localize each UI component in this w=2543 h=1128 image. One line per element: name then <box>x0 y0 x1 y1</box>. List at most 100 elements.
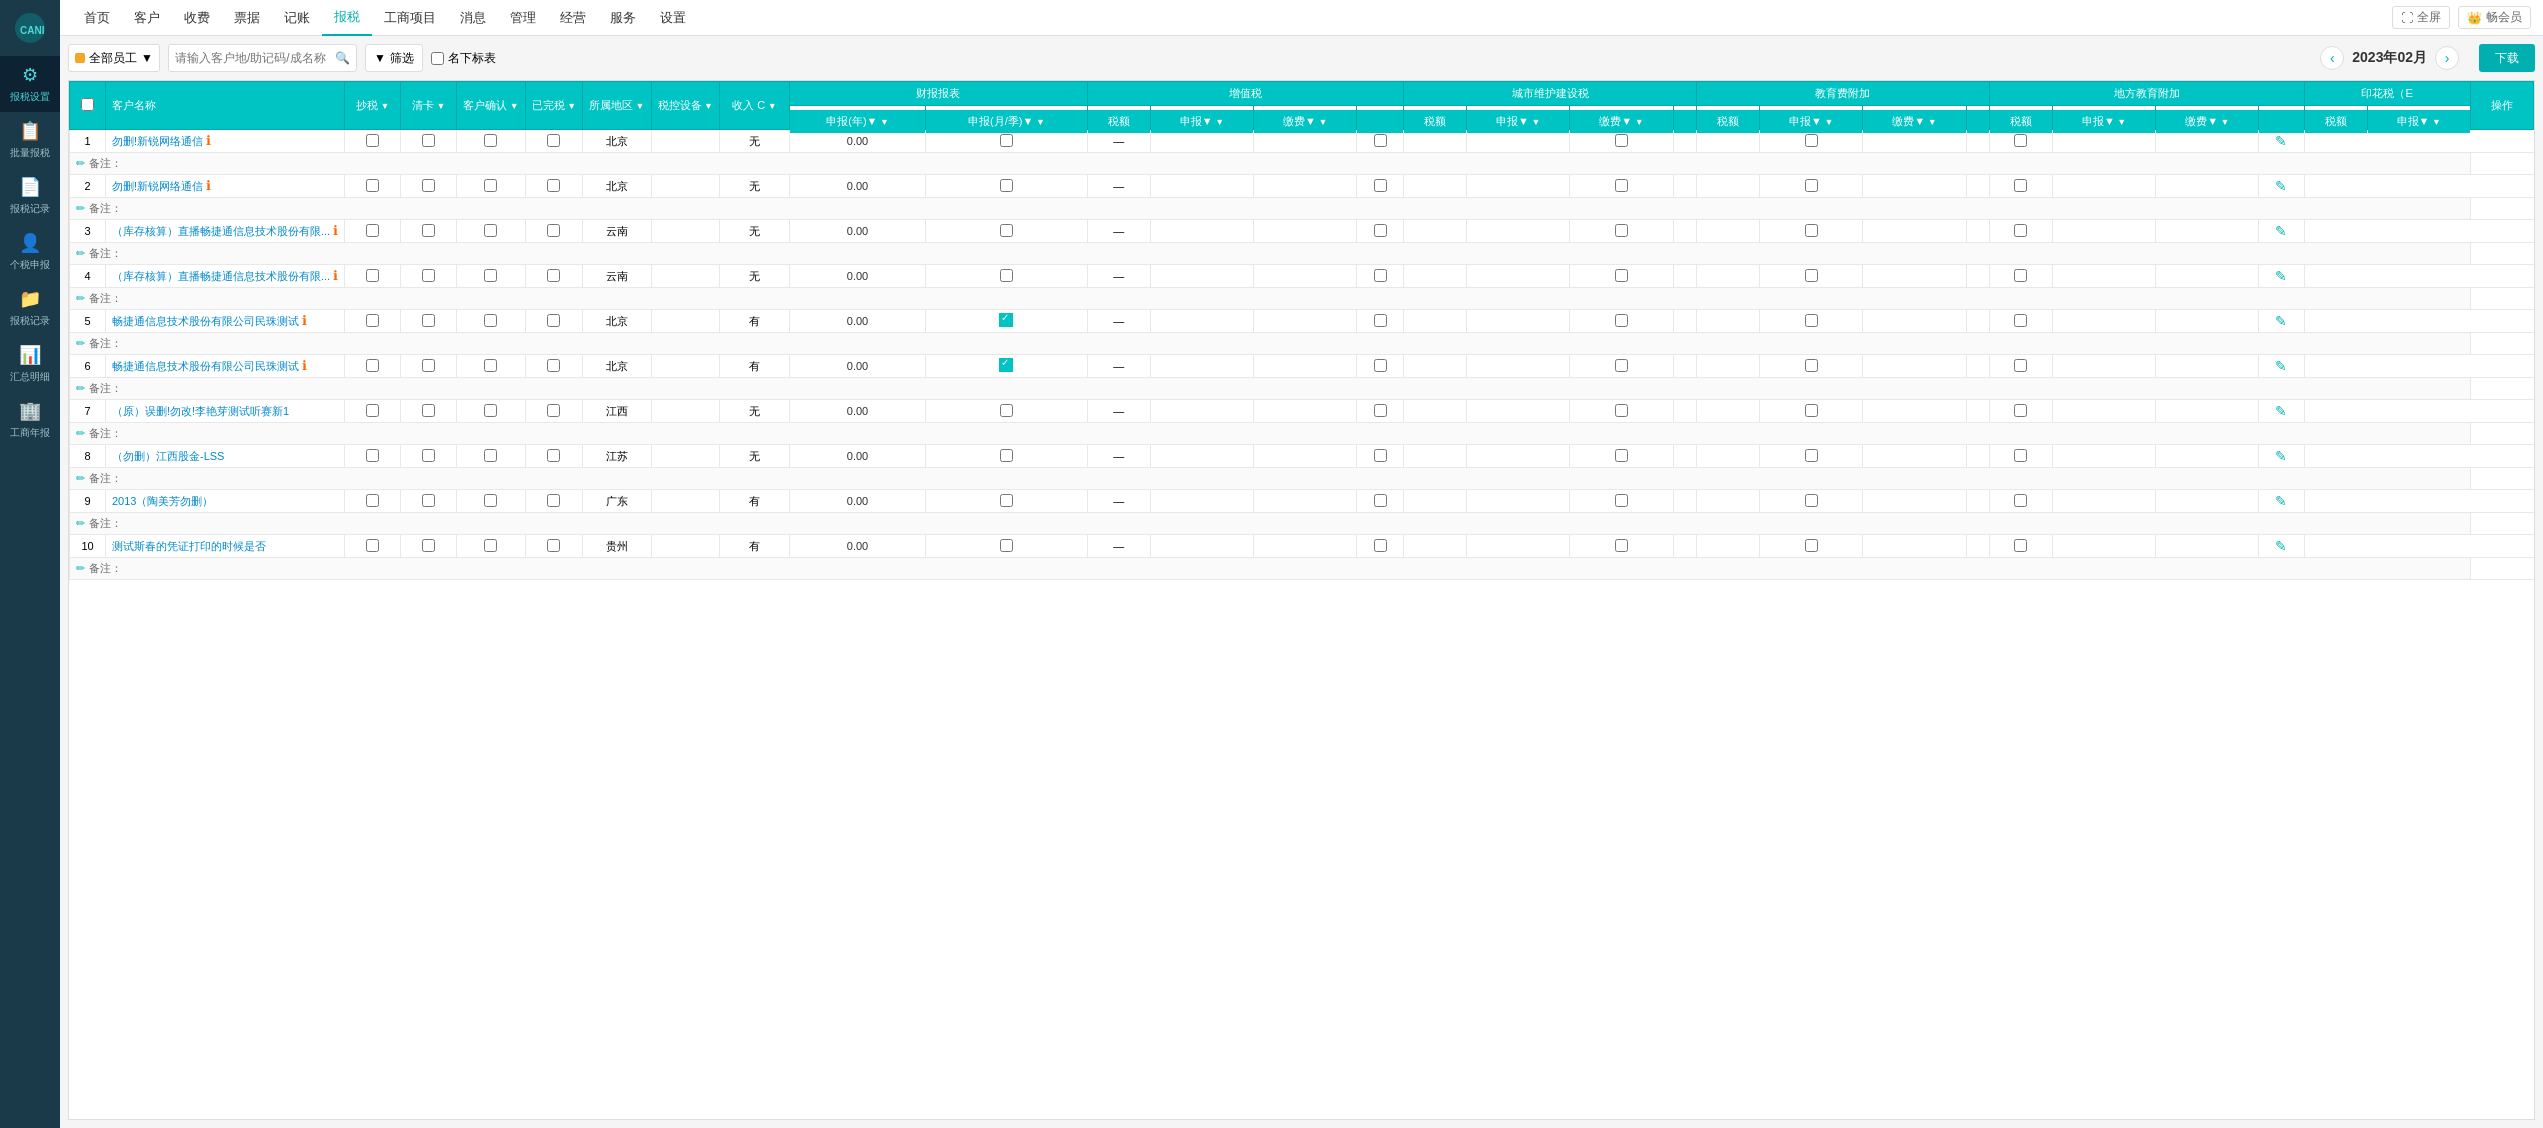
row-client-name[interactable]: 2013（陶美芳勿删） <box>106 490 345 513</box>
filter-button[interactable]: ▼ 筛选 <box>365 44 423 72</box>
row-caibao-year[interactable] <box>926 355 1088 378</box>
row-queren[interactable] <box>457 535 525 558</box>
row-queren[interactable] <box>457 130 525 153</box>
row-caibao-year[interactable] <box>926 535 1088 558</box>
wanshui-checkbox[interactable] <box>547 269 560 282</box>
wanshui-checkbox[interactable] <box>547 134 560 147</box>
qingka-checkbox[interactable] <box>422 359 435 372</box>
row-edit[interactable]: ✎ <box>2259 355 2304 378</box>
queren-checkbox[interactable] <box>484 449 497 462</box>
row-chaoshui[interactable] <box>345 310 401 333</box>
nav-settings[interactable]: 设置 <box>648 0 698 36</box>
prev-month-btn[interactable]: ‹ <box>2320 46 2344 70</box>
row-edit[interactable]: ✎ <box>2259 535 2304 558</box>
row-client-name[interactable]: 测试斯春的凭证打印的时候是否 <box>106 535 345 558</box>
row-client-name[interactable]: 勿删!新锐网络通信 ℹ <box>106 130 345 153</box>
chaoshui-checkbox[interactable] <box>366 449 379 462</box>
row-chaoshui[interactable] <box>345 265 401 288</box>
download-button[interactable]: 下载 <box>2479 44 2535 72</box>
th-zzs-shenbao[interactable]: 申报▼ <box>1150 109 1253 133</box>
mingxia-checkbox-label[interactable]: 名下标表 <box>431 50 496 67</box>
chaoshui-checkbox[interactable] <box>366 134 379 147</box>
tax-col-checkbox[interactable] <box>1374 269 1387 282</box>
nav-operation[interactable]: 经营 <box>548 0 598 36</box>
qingka-checkbox[interactable] <box>422 224 435 237</box>
tax-col-checkbox[interactable] <box>1615 224 1628 237</box>
th-taxctrl[interactable]: 税控设备 <box>651 82 719 130</box>
row-chaoshui[interactable] <box>345 355 401 378</box>
th-qingka[interactable]: 清卡 <box>401 82 457 130</box>
row-edit[interactable]: ✎ <box>2259 400 2304 423</box>
queren-checkbox[interactable] <box>484 134 497 147</box>
nav-customer[interactable]: 客户 <box>122 0 172 36</box>
tax-col-checkbox[interactable] <box>1805 494 1818 507</box>
edit-icon[interactable]: ✎ <box>2275 178 2287 194</box>
th-caibao-year[interactable]: 申报(年)▼ <box>789 109 925 133</box>
queren-checkbox[interactable] <box>484 314 497 327</box>
row-chaoshui[interactable] <box>345 445 401 468</box>
edit-icon[interactable]: ✎ <box>2275 223 2287 239</box>
nav-fee[interactable]: 收费 <box>172 0 222 36</box>
th-jy-shenbao[interactable]: 申报▼ <box>1760 109 1863 133</box>
row-queren[interactable] <box>457 175 525 198</box>
chaoshui-checkbox[interactable] <box>366 179 379 192</box>
tax-col-checkbox[interactable] <box>2014 359 2027 372</box>
employee-select[interactable]: 全部员工 ▼ <box>68 44 160 72</box>
chaoshui-checkbox[interactable] <box>366 224 379 237</box>
wanshui-checkbox[interactable] <box>547 539 560 552</box>
th-num[interactable] <box>70 82 106 130</box>
queren-checkbox[interactable] <box>484 494 497 507</box>
qingka-checkbox[interactable] <box>422 404 435 417</box>
search-input[interactable] <box>175 51 335 65</box>
search-icon[interactable]: 🔍 <box>335 51 350 65</box>
row-chaoshui[interactable] <box>345 175 401 198</box>
tax-col-checkbox[interactable] <box>1374 134 1387 147</box>
row-client-name[interactable]: 畅捷通信息技术股份有限公司民珠测试 ℹ <box>106 310 345 333</box>
nav-commerce[interactable]: 工商项目 <box>372 0 448 36</box>
wanshui-checkbox[interactable] <box>547 179 560 192</box>
tax-col-checkbox[interactable] <box>1615 404 1628 417</box>
row-wanshui[interactable] <box>525 490 582 513</box>
row-chaoshui[interactable] <box>345 490 401 513</box>
th-caibao-month[interactable]: 申报(月/季)▼ <box>926 109 1088 133</box>
row-qingka[interactable] <box>401 535 457 558</box>
caibao-year-checkbox[interactable] <box>1000 404 1013 417</box>
edit-icon[interactable]: ✎ <box>2275 538 2287 554</box>
row-edit[interactable]: ✎ <box>2259 310 2304 333</box>
qingka-checkbox[interactable] <box>422 494 435 507</box>
th-cs-shenbao[interactable]: 申报▼ <box>1467 109 1570 133</box>
tax-col-checkbox[interactable] <box>1615 269 1628 282</box>
caibao-year-checkbox[interactable] <box>1000 539 1013 552</box>
main-table-container[interactable]: 客户名称 抄税 清卡 客户确认 已完税 所属地区 税控设备 收入 C 财报报表 … <box>68 80 2535 1120</box>
row-client-name[interactable]: 畅捷通信息技术股份有限公司民珠测试 ℹ <box>106 355 345 378</box>
tax-col-checkbox[interactable] <box>1805 449 1818 462</box>
row-wanshui[interactable] <box>525 445 582 468</box>
row-qingka[interactable] <box>401 355 457 378</box>
row-queren[interactable] <box>457 355 525 378</box>
caibao-year-checkbox[interactable] <box>1000 449 1013 462</box>
queren-checkbox[interactable] <box>484 539 497 552</box>
chaoshui-checkbox[interactable] <box>366 404 379 417</box>
tax-col-checkbox[interactable] <box>1615 314 1628 327</box>
row-wanshui[interactable] <box>525 220 582 243</box>
tax-col-checkbox[interactable] <box>1615 134 1628 147</box>
row-caibao-year[interactable] <box>926 175 1088 198</box>
tax-col-checkbox[interactable] <box>1615 359 1628 372</box>
wanshui-checkbox[interactable] <box>547 494 560 507</box>
tax-col-checkbox[interactable] <box>2014 179 2027 192</box>
nav-tax[interactable]: 报税 <box>322 0 372 36</box>
row-wanshui[interactable] <box>525 355 582 378</box>
row-edit[interactable]: ✎ <box>2259 220 2304 243</box>
edit-icon[interactable]: ✎ <box>2275 448 2287 464</box>
sidebar-item-baoshuijilu[interactable]: 📄 报税记录 <box>0 168 60 224</box>
th-wanshui[interactable]: 已完税 <box>525 82 582 130</box>
chaoshui-checkbox[interactable] <box>366 314 379 327</box>
wanshui-checkbox[interactable] <box>547 449 560 462</box>
edit-icon[interactable]: ✎ <box>2275 268 2287 284</box>
th-yh-shenbao[interactable]: 申报▼ <box>2367 109 2470 133</box>
nav-home[interactable]: 首页 <box>72 0 122 36</box>
row-client-name[interactable]: （原）误删!勿改!李艳芽测试听赛新1 <box>106 400 345 423</box>
teal-checked-icon[interactable] <box>999 313 1013 327</box>
mingxia-checkbox[interactable] <box>431 52 444 65</box>
row-wanshui[interactable] <box>525 175 582 198</box>
